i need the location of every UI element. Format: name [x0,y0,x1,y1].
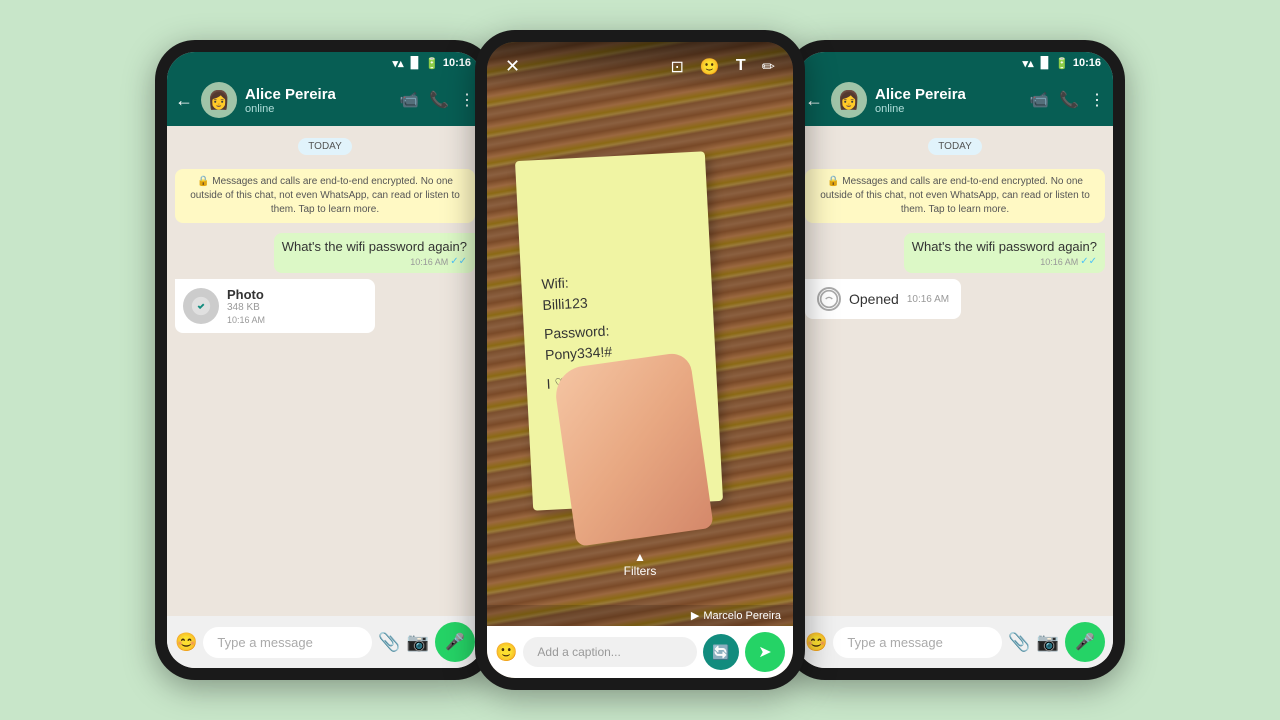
opened-time: 10:16 AM [907,294,949,305]
forward-icon: ▶ [691,609,699,622]
message-out-left: What's the wifi password again? 10:16 AM… [274,233,475,273]
chat-header-left: ← 👩 Alice Pereira online 📹 📞 ⋮ [167,74,483,126]
photo-filename: Photo [227,287,265,302]
photo-bubble-left[interactable]: Photo 348 KB 10:16 AM [175,279,375,333]
time-left: 10:16 [443,57,471,69]
message-time-out-right: 10:16 AM ✓✓ [912,256,1097,267]
avatar-left: 👩 [201,82,237,118]
menu-icon-right[interactable]: ⋮ [1089,90,1105,110]
editor-input-bar: 🙂 Add a caption... 🔄 ➤ [487,626,793,678]
photo-file-icon [183,288,219,324]
photo-time-left: 10:16 AM [227,315,265,325]
wifi-icon-right: ▾▴ [1023,57,1034,70]
voice-call-icon-left[interactable]: 📞 [429,90,449,110]
emoji-icon-left[interactable]: 😊 [175,632,197,653]
opened-bubble: Opened 10:16 AM [805,279,961,319]
time-right: 10:16 [1073,57,1101,69]
crop-icon-editor[interactable]: ⊡ [670,57,683,77]
sticker-button[interactable]: 🔄 [703,634,739,670]
mic-button-left[interactable]: 🎤 [435,622,475,662]
emoji-icon-editor[interactable]: 🙂 [700,57,720,77]
opened-status-icon [817,287,841,311]
send-button-editor[interactable]: ➤ [745,632,785,672]
avatar-right: 👩 [831,82,867,118]
message-time-out-left: 10:16 AM ✓✓ [282,256,467,267]
editor-top-bar: ✕ ⊡ 🙂 T ✏ [487,42,793,91]
recipient-bar[interactable]: ▶ Marcelo Pereira [487,605,793,626]
date-badge-right: TODAY [928,138,982,155]
battery-icon-right: 🔋 [1055,57,1069,70]
draw-icon-editor[interactable]: ✏ [762,57,775,77]
message-input-left[interactable]: Type a message [203,627,372,658]
emoji-icon-right[interactable]: 😊 [805,632,827,653]
input-bar-left: 😊 Type a message 📎 📷 🎤 [167,616,483,668]
text-icon-editor[interactable]: T [736,57,746,77]
photo-filesize: 348 KB [227,302,265,313]
battery-icon-left: 🔋 [425,57,439,70]
menu-icon-left[interactable]: ⋮ [459,90,475,110]
opened-info: Opened 10:16 AM [849,291,949,307]
chat-body-left: TODAY 🔒 Messages and calls are end-to-en… [167,126,483,616]
message-text-out-left: What's the wifi password again? [282,239,467,254]
contact-name-left: Alice Pereira [245,86,391,103]
encryption-notice-left: 🔒 Messages and calls are end-to-end encr… [175,169,475,223]
photo-info-left: Photo 348 KB 10:16 AM [227,287,265,325]
filters-label: Filters [624,564,657,578]
contact-name-right: Alice Pereira [875,86,1021,103]
ticks-left: ✓✓ [450,256,467,267]
ticks-right: ✓✓ [1080,256,1097,267]
camera-icon-left[interactable]: 📷 [407,632,429,653]
opened-label: Opened [849,291,899,307]
back-button-right[interactable]: ← [805,90,823,111]
editor-tools: ⊡ 🙂 T ✏ [670,57,775,77]
signal-bars-left: ▐▌ [407,57,423,69]
caption-emoji-icon[interactable]: 🙂 [495,642,517,663]
right-phone: ▾▴ ▐▌ 🔋 10:16 ← 👩 Alice Pereira online 📹… [785,40,1125,680]
header-icons-right: 📹 📞 ⋮ [1029,90,1105,110]
contact-status-right: online [875,103,1021,115]
attach-icon-right[interactable]: 📎 [1008,632,1030,653]
wifi-icon-left: ▾▴ [393,57,404,70]
chat-header-right: ← 👩 Alice Pereira online 📹 📞 ⋮ [797,74,1113,126]
hand-overlay [552,351,713,547]
header-icons-left: 📹 📞 ⋮ [399,90,475,110]
signal-icons-left: ▾▴ ▐▌ 🔋 [393,57,439,70]
close-icon-editor[interactable]: ✕ [505,56,520,77]
left-phone: ▾▴ ▐▌ 🔋 10:16 ← 👩 Alice Pereira online 📹… [155,40,495,680]
contact-info-right: Alice Pereira online [875,86,1021,115]
message-input-right[interactable]: Type a message [833,627,1002,658]
signal-icons-right: ▾▴ ▐▌ 🔋 [1023,57,1069,70]
video-call-icon-right[interactable]: 📹 [1029,90,1049,110]
chat-body-right: TODAY 🔒 Messages and calls are end-to-en… [797,126,1113,616]
filters-hint[interactable]: ▲ Filters [624,550,657,578]
message-out-right: What's the wifi password again? 10:16 AM… [904,233,1105,273]
video-call-icon-left[interactable]: 📹 [399,90,419,110]
message-text-out-right: What's the wifi password again? [912,239,1097,254]
caption-input[interactable]: Add a caption... [523,637,697,667]
encryption-notice-right: 🔒 Messages and calls are end-to-end encr… [805,169,1105,223]
mic-button-right[interactable]: 🎤 [1065,622,1105,662]
contact-info-left: Alice Pereira online [245,86,391,115]
back-button-left[interactable]: ← [175,90,193,111]
status-bar-right: ▾▴ ▐▌ 🔋 10:16 [797,52,1113,74]
status-bar-left: ▾▴ ▐▌ 🔋 10:16 [167,52,483,74]
date-badge-left: TODAY [298,138,352,155]
camera-icon-right[interactable]: 📷 [1037,632,1059,653]
signal-bars-right: ▐▌ [1037,57,1053,69]
filters-arrow: ▲ [624,550,657,564]
voice-call-icon-right[interactable]: 📞 [1059,90,1079,110]
input-bar-right: 😊 Type a message 📎 📷 🎤 [797,616,1113,668]
middle-phone: Wifi: Billi123 Password: Pony334!# I ♡ y… [475,30,805,690]
recipient-name: Marcelo Pereira [703,610,781,622]
contact-status-left: online [245,103,391,115]
attach-icon-left[interactable]: 📎 [378,632,400,653]
